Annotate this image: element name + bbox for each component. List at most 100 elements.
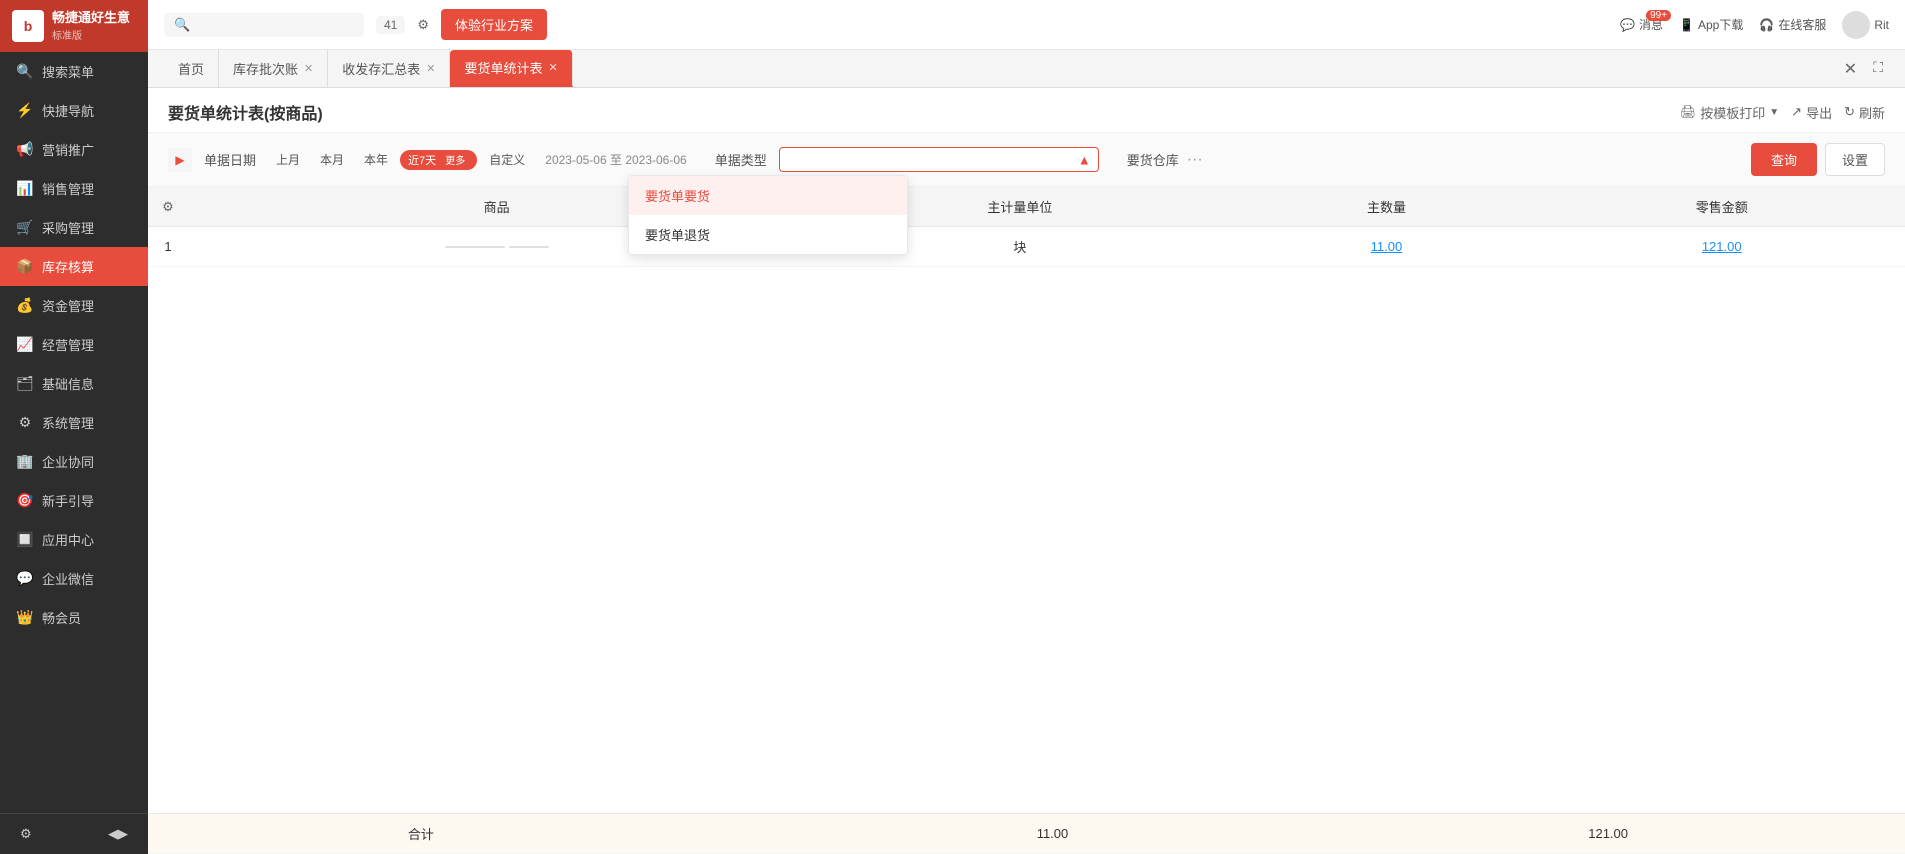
this-year-btn[interactable]: 本年 (356, 148, 396, 171)
sidebar-item-finance[interactable]: 💰 资金管理 (0, 286, 148, 325)
logo-sub: 标准版 (52, 27, 130, 42)
online-service-item[interactable]: 🎧 在线客服 (1759, 16, 1826, 33)
settings-button[interactable]: 设置 (1825, 143, 1885, 176)
sidebar-item-member[interactable]: 👑 畅会员 (0, 598, 148, 637)
sidebar-nav: 🔍 搜索菜单 ⚡ 快捷导航 📢 营销推广 📊 销售管理 🛒 采购管理 📦 (0, 52, 148, 813)
trial-button[interactable]: 体验行业方案 (441, 9, 547, 40)
filter-actions: 查询 设置 (1751, 143, 1885, 176)
product-code (509, 246, 549, 248)
sidebar-item-basic[interactable]: 🗂 基础信息 (0, 364, 148, 403)
box-icon: 📦 (16, 258, 34, 275)
topbar-right: 💬 消息 99+ 📱 App下载 🎧 在线客服 Rit (1620, 11, 1889, 39)
last-7days-btn[interactable]: 近7天 更多 (400, 150, 477, 170)
search-icon: 🔍 (16, 63, 34, 80)
print-btn[interactable]: 🖨 按模板打印 ▼ (1680, 103, 1779, 122)
page-title: 要货单统计表(按商品) (168, 100, 323, 124)
tab-maximize-btn[interactable]: ⛶ (1867, 57, 1889, 81)
type-filter-arrow[interactable]: ▲ (1078, 152, 1091, 167)
column-settings-icon[interactable]: ⚙ (162, 199, 174, 214)
folder-icon: 🗂 (16, 375, 34, 392)
grid-icon: 🔲 (16, 531, 34, 548)
app-download-item[interactable]: 📱 App下载 (1679, 16, 1743, 33)
sidebar-footer: ⚙ ◀▶ (0, 813, 148, 854)
tab-summary-close[interactable]: ✕ (426, 62, 435, 75)
megaphone-icon: 📢 (16, 141, 34, 158)
filter-expand-button[interactable]: ▶ (168, 148, 192, 172)
topbar: 🔍 41 ⚙ 体验行业方案 💬 消息 99+ 📱 App下载 🎧 在线客服 (148, 0, 1905, 50)
sidebar-item-search[interactable]: 🔍 搜索菜单 (0, 52, 148, 91)
refresh-btn[interactable]: ↻ 刷新 (1844, 103, 1885, 122)
tab-close-all-btn[interactable]: ✕ (1838, 57, 1863, 81)
query-button[interactable]: 查询 (1751, 143, 1817, 176)
tab-order-stat[interactable]: 要货单统计表 ✕ (450, 50, 572, 87)
tab-home[interactable]: 首页 (164, 50, 219, 87)
user-name: Rit (1874, 18, 1889, 32)
date-range-group: 上月 本月 本年 近7天 更多 自定义 (268, 148, 533, 171)
warehouse-more-btn[interactable]: ··· (1187, 151, 1203, 169)
type-filter-container: ▲ (779, 147, 1099, 172)
type-dropdown: 要货单要货 要货单退货 (628, 175, 908, 255)
product-tag (445, 246, 505, 248)
cart-icon: 🛒 (16, 219, 34, 236)
sidebar-settings-btn[interactable]: ⚙ (16, 822, 36, 846)
type-filter-input[interactable] (779, 147, 1099, 172)
chat-icon: 💬 (16, 570, 34, 587)
topbar-gear-icon[interactable]: ⚙ (417, 17, 429, 33)
this-month-btn[interactable]: 本月 (312, 148, 352, 171)
tab-order-stat-close[interactable]: ✕ (549, 61, 558, 74)
row-quantity[interactable]: 11.00 (1235, 227, 1539, 267)
user-avatar (1842, 11, 1870, 39)
tab-summary[interactable]: 收发存汇总表 ✕ (328, 50, 450, 87)
sidebar-item-quick-nav[interactable]: ⚡ 快捷导航 (0, 91, 148, 130)
target-icon: 🎯 (16, 492, 34, 509)
row-seq: 1 (148, 227, 188, 267)
summary-amount: 121.00 (1311, 814, 1905, 854)
phone-icon: 📱 (1679, 18, 1694, 32)
sidebar-collapse-btn[interactable]: ◀▶ (104, 822, 132, 846)
tab-batch-close[interactable]: ✕ (304, 62, 313, 75)
summary-row: 合计 11.00 121.00 (148, 814, 1905, 854)
type-filter-label: 单据类型 (715, 150, 767, 169)
sidebar-item-purchase[interactable]: 🛒 采购管理 (0, 208, 148, 247)
tab-batch[interactable]: 库存批次账 ✕ (219, 50, 328, 87)
chart-icon: 📊 (16, 180, 34, 197)
dropdown-item-return[interactable]: 要货单退货 (629, 215, 907, 254)
topbar-search-input[interactable] (194, 18, 314, 32)
message-icon-item[interactable]: 💬 消息 99+ (1620, 16, 1663, 33)
last-month-btn[interactable]: 上月 (268, 148, 308, 171)
flash-icon: ⚡ (16, 102, 34, 119)
topbar-search-box[interactable]: 🔍 (164, 13, 364, 37)
date-range-display: 2023-05-06 至 2023-06-06 (545, 151, 686, 168)
table-header-quantity: 主数量 (1235, 187, 1539, 227)
tabs-bar: 首页 库存批次账 ✕ 收发存汇总表 ✕ 要货单统计表 ✕ ✕ ⛶ (148, 50, 1905, 88)
date-filter-label: 单据日期 (204, 150, 256, 169)
sidebar-item-sales[interactable]: 📊 销售管理 (0, 169, 148, 208)
summary-label: 合计 (188, 814, 654, 854)
dropdown-item-purchase[interactable]: 要货单要货 (629, 176, 907, 215)
sidebar-item-enterprise[interactable]: 🏢 企业协同 (0, 442, 148, 481)
sidebar-item-inventory[interactable]: 📦 库存核算 (0, 247, 148, 286)
sidebar-item-wechat[interactable]: 💬 企业微信 (0, 559, 148, 598)
sidebar-item-guide[interactable]: 🎯 新手引导 (0, 481, 148, 520)
user-avatar-item[interactable]: Rit (1842, 11, 1889, 39)
message-badge: 99+ (1646, 10, 1671, 21)
building-icon: 🏢 (16, 453, 34, 470)
export-btn[interactable]: ↗ 导出 (1791, 103, 1832, 122)
table-header-amount: 零售金额 (1538, 187, 1905, 227)
sidebar-item-operations[interactable]: 📈 经营管理 (0, 325, 148, 364)
warehouse-label: 要货仓库 (1127, 150, 1179, 169)
custom-date-btn[interactable]: 自定义 (481, 148, 533, 171)
sidebar-item-system[interactable]: ⚙ 系统管理 (0, 403, 148, 442)
table-header-gear[interactable]: ⚙ (148, 187, 188, 227)
summary-table: 合计 11.00 121.00 (148, 813, 1905, 854)
logo-icon: b (12, 10, 44, 42)
sidebar: b 畅捷通好生意 标准版 🔍 搜索菜单 ⚡ 快捷导航 📢 营销推广 📊 销 (0, 0, 148, 854)
sidebar-item-app-center[interactable]: 🔲 应用中心 (0, 520, 148, 559)
main-area: 🔍 41 ⚙ 体验行业方案 💬 消息 99+ 📱 App下载 🎧 在线客服 (148, 0, 1905, 854)
sidebar-item-marketing[interactable]: 📢 营销推广 (0, 130, 148, 169)
warehouse-filter: 要货仓库 ··· (1127, 150, 1203, 169)
crown-icon: 👑 (16, 609, 34, 626)
row-amount[interactable]: 121.00 (1538, 227, 1905, 267)
table-container: ⚙ 商品 主计量单位 主数量 零售金额 1 (148, 187, 1905, 813)
tabs-controls: ✕ ⛶ (1838, 57, 1889, 81)
